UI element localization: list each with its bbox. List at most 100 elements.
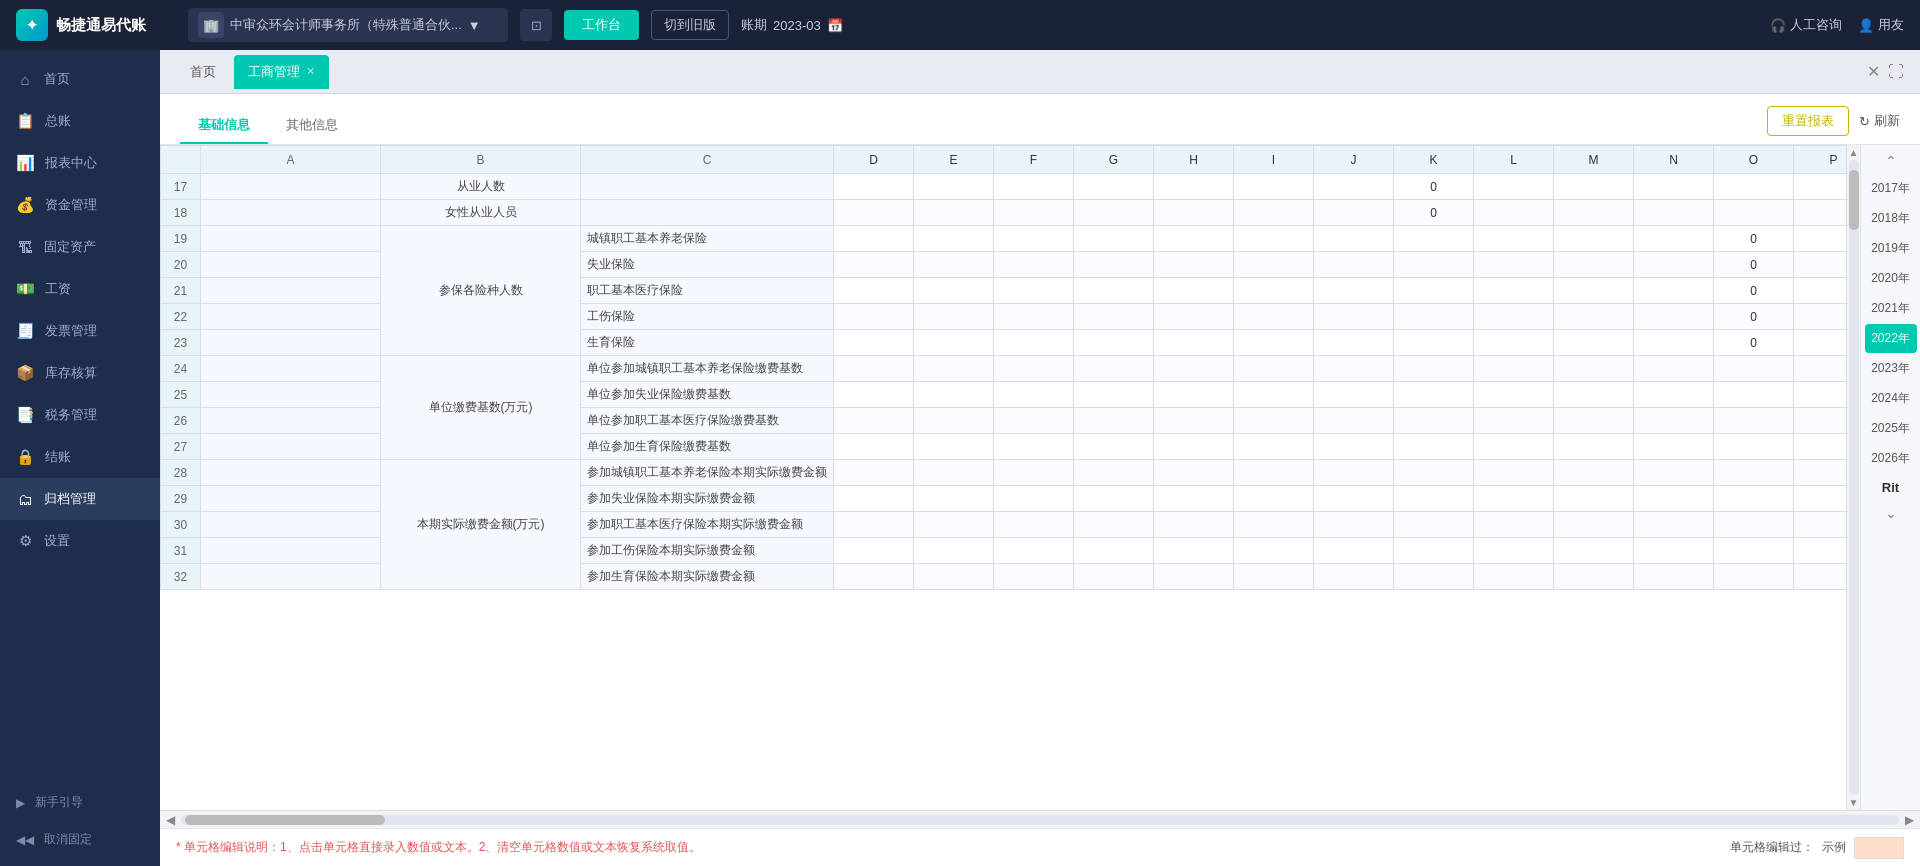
year-nav-down[interactable]: ⌄	[1861, 501, 1920, 525]
data-cell-f[interactable]	[994, 434, 1074, 460]
col-c-cell[interactable]: 参加城镇职工基本养老保险本期实际缴费金额	[581, 460, 834, 486]
data-cell-n[interactable]	[1634, 200, 1714, 226]
sidebar-item-home[interactable]: ⌂ 首页	[0, 58, 160, 100]
data-cell-n[interactable]	[1634, 226, 1714, 252]
col-c-cell[interactable]: 职工基本医疗保险	[581, 278, 834, 304]
data-cell-d[interactable]	[834, 538, 914, 564]
sidebar-item-settings[interactable]: ⚙ 设置	[0, 520, 160, 562]
year-item[interactable]: 2017年	[1865, 174, 1917, 203]
data-cell-k[interactable]	[1394, 304, 1474, 330]
data-cell-p[interactable]	[1794, 512, 1847, 538]
sidebar-item-invoice[interactable]: 🧾 发票管理	[0, 310, 160, 352]
data-cell-d[interactable]	[834, 564, 914, 590]
data-cell-l[interactable]	[1474, 512, 1554, 538]
data-cell-h[interactable]	[1154, 434, 1234, 460]
data-cell-e[interactable]	[914, 538, 994, 564]
old-version-button[interactable]: 切到旧版	[651, 10, 729, 40]
data-cell-m[interactable]	[1554, 538, 1634, 564]
data-cell-p[interactable]	[1794, 356, 1847, 382]
col-a-cell[interactable]	[201, 538, 381, 564]
col-a-cell[interactable]	[201, 434, 381, 460]
col-c-cell[interactable]: 失业保险	[581, 252, 834, 278]
data-cell-e[interactable]	[914, 252, 994, 278]
data-cell-h[interactable]	[1154, 278, 1234, 304]
data-cell-n[interactable]	[1634, 486, 1714, 512]
new-user-guide[interactable]: ▶ 新手引导	[0, 784, 160, 821]
data-cell-l[interactable]	[1474, 538, 1554, 564]
data-cell-o[interactable]	[1714, 486, 1794, 512]
data-cell-h[interactable]	[1154, 564, 1234, 590]
data-cell-m[interactable]	[1554, 278, 1634, 304]
data-cell-n[interactable]	[1634, 460, 1714, 486]
data-cell-l[interactable]	[1474, 174, 1554, 200]
sidebar-item-closing[interactable]: 🔒 结账	[0, 436, 160, 478]
data-cell-e[interactable]	[914, 408, 994, 434]
data-cell-e[interactable]	[914, 278, 994, 304]
col-b-cell[interactable]: 本期实际缴费金额(万元)	[381, 460, 581, 590]
data-cell-n[interactable]	[1634, 304, 1714, 330]
data-cell-o[interactable]	[1714, 200, 1794, 226]
data-cell-f[interactable]	[994, 252, 1074, 278]
col-a-cell[interactable]	[201, 304, 381, 330]
tab-home[interactable]: 首页	[176, 55, 230, 89]
col-c-cell[interactable]: 生育保险	[581, 330, 834, 356]
data-cell-h[interactable]	[1154, 330, 1234, 356]
user-item[interactable]: 👤 用友	[1858, 16, 1904, 34]
data-cell-o[interactable]	[1714, 564, 1794, 590]
col-a-cell[interactable]	[201, 486, 381, 512]
col-a-cell[interactable]	[201, 330, 381, 356]
col-a-cell[interactable]	[201, 200, 381, 226]
data-cell-l[interactable]	[1474, 434, 1554, 460]
horizontal-scrollbar[interactable]: ◀ ▶	[160, 810, 1920, 828]
data-cell-m[interactable]	[1554, 512, 1634, 538]
data-cell-h[interactable]	[1154, 382, 1234, 408]
data-cell-f[interactable]	[994, 200, 1074, 226]
data-cell-m[interactable]	[1554, 356, 1634, 382]
year-item[interactable]: 2021年	[1865, 294, 1917, 323]
data-cell-o[interactable]	[1714, 408, 1794, 434]
data-cell-l[interactable]	[1474, 408, 1554, 434]
data-cell-p[interactable]	[1794, 174, 1847, 200]
data-cell-m[interactable]	[1554, 174, 1634, 200]
data-cell-g[interactable]	[1074, 252, 1154, 278]
data-cell-l[interactable]	[1474, 200, 1554, 226]
data-cell-i[interactable]	[1234, 486, 1314, 512]
sidebar-item-tax[interactable]: 📑 税务管理	[0, 394, 160, 436]
data-cell-f[interactable]	[994, 174, 1074, 200]
col-c-cell[interactable]: 单位参加职工基本医疗保险缴费基数	[581, 408, 834, 434]
data-cell-d[interactable]	[834, 200, 914, 226]
data-cell-l[interactable]	[1474, 486, 1554, 512]
data-cell-j[interactable]	[1314, 252, 1394, 278]
col-a-cell[interactable]	[201, 174, 381, 200]
data-cell-m[interactable]	[1554, 226, 1634, 252]
data-cell-f[interactable]	[994, 330, 1074, 356]
data-cell-k[interactable]	[1394, 226, 1474, 252]
data-cell-j[interactable]	[1314, 460, 1394, 486]
data-cell-g[interactable]	[1074, 174, 1154, 200]
data-cell-e[interactable]	[914, 304, 994, 330]
data-cell-i[interactable]	[1234, 382, 1314, 408]
data-cell-i[interactable]	[1234, 174, 1314, 200]
scroll-left-button[interactable]: ◀	[160, 813, 181, 827]
data-cell-o[interactable]	[1714, 434, 1794, 460]
sub-tab-other[interactable]: 其他信息	[268, 108, 356, 144]
data-cell-g[interactable]	[1074, 408, 1154, 434]
data-cell-d[interactable]	[834, 304, 914, 330]
data-cell-d[interactable]	[834, 486, 914, 512]
data-cell-d[interactable]	[834, 460, 914, 486]
data-cell-f[interactable]	[994, 382, 1074, 408]
data-cell-k[interactable]	[1394, 382, 1474, 408]
data-cell-f[interactable]	[994, 304, 1074, 330]
data-cell-n[interactable]	[1634, 538, 1714, 564]
col-c-cell[interactable]: 参加失业保险本期实际缴费金额	[581, 486, 834, 512]
tab-close-icon[interactable]: ✕	[306, 65, 315, 78]
data-cell-g[interactable]	[1074, 278, 1154, 304]
data-cell-o[interactable]: 0	[1714, 304, 1794, 330]
data-cell-l[interactable]	[1474, 460, 1554, 486]
workbench-button[interactable]: 工作台	[564, 10, 639, 40]
data-cell-n[interactable]	[1634, 408, 1714, 434]
data-cell-m[interactable]	[1554, 564, 1634, 590]
col-c-cell[interactable]: 参加工伤保险本期实际缴费金额	[581, 538, 834, 564]
data-cell-e[interactable]	[914, 200, 994, 226]
calendar-icon[interactable]: 📅	[827, 18, 843, 33]
